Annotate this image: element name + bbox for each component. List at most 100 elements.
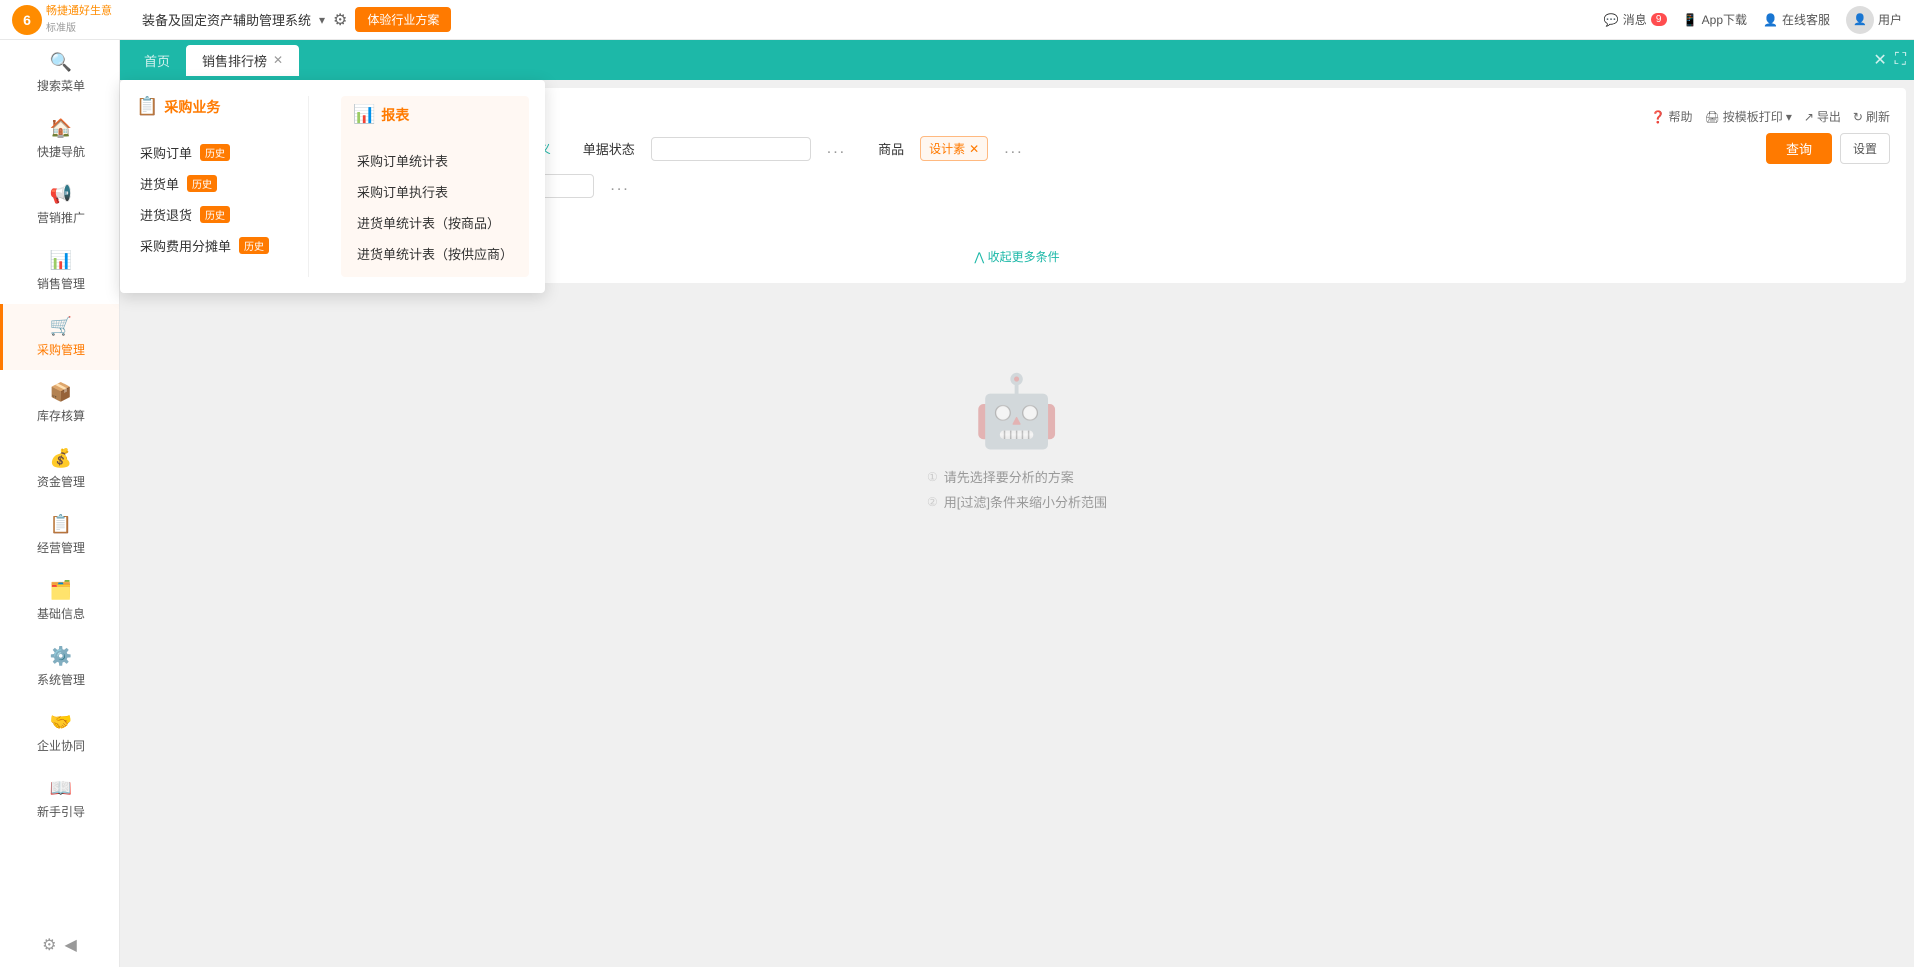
query-btn[interactable]: 查询 bbox=[1766, 133, 1832, 164]
report-menu-icon: 📊 bbox=[353, 104, 375, 125]
menu-divider bbox=[308, 96, 309, 277]
logo-text: 畅捷通好生意 bbox=[46, 5, 112, 18]
service-icon: 👤 bbox=[1763, 13, 1778, 27]
sidebar-label-finance: 资金管理 bbox=[37, 473, 85, 490]
expense-label: 采购费用分摊单 bbox=[140, 236, 231, 255]
sidebar-label-operation: 经营管理 bbox=[37, 539, 85, 556]
print-arrow-icon: ▾ bbox=[1786, 110, 1792, 124]
menu-item-purchase-return[interactable]: 进货退货 历史 bbox=[136, 199, 276, 230]
industry-btn[interactable]: 体验行业方案 bbox=[355, 7, 451, 32]
tabs-bar: 首页 销售排行榜 ✕ ✕ ⛶ bbox=[120, 40, 1914, 80]
sidebar-item-purchase[interactable]: 🛒 采购管理 bbox=[0, 304, 119, 370]
fullscreen-icon[interactable]: ⛶ bbox=[1895, 51, 1906, 69]
sidebar-label-purchase: 采购管理 bbox=[37, 341, 85, 358]
report-section-label: 报表 bbox=[381, 105, 409, 125]
sidebar-label-inventory: 库存核算 bbox=[37, 407, 85, 424]
sidebar-item-sales[interactable]: 📊 销售管理 bbox=[0, 238, 119, 304]
goods-dots[interactable]: ... bbox=[1004, 140, 1023, 158]
top-bar-middle: 装备及固定资产辅助管理系统 ▾ ⚙ 体验行业方案 bbox=[142, 7, 1594, 32]
purchase-section-title: 📋 采购业务 bbox=[136, 96, 276, 125]
money-icon: 💰 bbox=[50, 448, 72, 469]
sidebar-item-enterprise[interactable]: 🤝 企业协同 bbox=[0, 700, 119, 766]
user-btn[interactable]: 👤 用户 bbox=[1846, 6, 1902, 34]
empty-tip-2: 用[过滤]条件来缩小分析范围 bbox=[927, 492, 1107, 511]
sidebar-item-system[interactable]: ⚙️ 系统管理 bbox=[0, 634, 119, 700]
sidebar-item-basic[interactable]: 🗂️ 基础信息 bbox=[0, 568, 119, 634]
return-label: 进货退货 bbox=[140, 205, 192, 224]
sidebar-label-enterprise: 企业协同 bbox=[37, 737, 85, 754]
avatar-icon: 👤 bbox=[1853, 13, 1867, 26]
message-btn[interactable]: 💬 消息 9 bbox=[1604, 11, 1667, 28]
phone-icon: 📱 bbox=[1683, 13, 1698, 27]
order-stats-label: 采购订单统计表 bbox=[357, 151, 448, 170]
home-icon: 🏠 bbox=[50, 118, 72, 139]
avatar: 👤 bbox=[1846, 6, 1874, 34]
collapse-arrow-icon: ⋀ bbox=[974, 250, 984, 264]
dropdown-menu: 📋 采购业务 采购订单 历史 进货单 历史 进货退货 历史 采购费用分摊单 bbox=[120, 80, 545, 293]
tab-sales-rank[interactable]: 销售排行榜 ✕ bbox=[186, 45, 299, 76]
sidebar-label-search: 搜索菜单 bbox=[37, 77, 85, 94]
sidebar: 🔍 搜索菜单 🏠 快捷导航 📢 营销推广 📊 销售管理 🛒 采购管理 📦 bbox=[0, 40, 120, 967]
sidebar-item-search[interactable]: 🔍 搜索菜单 bbox=[0, 40, 119, 106]
tip2-text: 用[过滤]条件来缩小分析范围 bbox=[944, 492, 1107, 511]
export-btn[interactable]: ↗ 导出 bbox=[1804, 108, 1841, 125]
goods-tag-close[interactable]: ✕ bbox=[969, 142, 979, 156]
message-label: 消息 bbox=[1623, 11, 1647, 28]
handshake-icon: 🤝 bbox=[50, 712, 72, 733]
sidebar-label-basic: 基础信息 bbox=[37, 605, 85, 622]
menu-item-order-stats[interactable]: 采购订单统计表 bbox=[353, 145, 517, 176]
sidebar-label-quick: 快捷导航 bbox=[37, 143, 85, 160]
tab-sales-rank-label: 销售排行榜 bbox=[202, 51, 267, 70]
online-service-btn[interactable]: 👤 在线客服 bbox=[1763, 11, 1830, 28]
sidebar-item-newbie[interactable]: 📖 新手引导 bbox=[0, 766, 119, 832]
menu-item-order-exec[interactable]: 采购订单执行表 bbox=[353, 176, 517, 207]
print-template-btn[interactable]: 🖨 按模板打印 ▾ bbox=[1705, 108, 1792, 125]
print-icon: 🖨 bbox=[1705, 110, 1720, 124]
print-label: 按模板打印 bbox=[1723, 108, 1783, 125]
sidebar-item-quick[interactable]: 🏠 快捷导航 bbox=[0, 106, 119, 172]
status-input[interactable] bbox=[651, 137, 811, 161]
refresh-btn[interactable]: ↻ 刷新 bbox=[1853, 108, 1890, 125]
app-label: App下载 bbox=[1702, 11, 1747, 28]
sidebar-item-finance[interactable]: 💰 资金管理 bbox=[0, 436, 119, 502]
salesman-dots[interactable]: ... bbox=[610, 177, 629, 195]
sidebar-label-sales: 销售管理 bbox=[37, 275, 85, 292]
expense-badge: 历史 bbox=[239, 237, 269, 254]
logo-area: 6 畅捷通好生意 标准版 bbox=[12, 5, 132, 35]
menu-item-inbound-stats-goods[interactable]: 进货单统计表（按商品） bbox=[353, 207, 517, 238]
tip1-text: 请先选择要分析的方案 bbox=[944, 467, 1074, 486]
help-label: 帮助 bbox=[1669, 108, 1693, 125]
tab-actions: ✕ ⛶ bbox=[1873, 50, 1906, 70]
close-window-icon[interactable]: ✕ bbox=[1873, 50, 1886, 70]
empty-tip-1: 请先选择要分析的方案 bbox=[927, 467, 1107, 486]
sidebar-item-operation[interactable]: 📋 经营管理 bbox=[0, 502, 119, 568]
menu-item-inbound-stats-supplier[interactable]: 进货单统计表（按供应商） bbox=[353, 238, 517, 269]
service-label: 在线客服 bbox=[1782, 11, 1830, 28]
system-dropdown-arrow[interactable]: ▾ bbox=[319, 13, 325, 27]
gear-icon[interactable]: ⚙ bbox=[333, 10, 347, 30]
chart-icon: 📊 bbox=[50, 250, 72, 271]
export-icon: ↗ bbox=[1804, 110, 1814, 124]
top-bar-right: 💬 消息 9 📱 App下载 👤 在线客服 👤 用户 bbox=[1604, 6, 1902, 34]
tab-home[interactable]: 首页 bbox=[128, 45, 186, 76]
setting-btn[interactable]: 设置 bbox=[1840, 133, 1890, 164]
sidebar-item-inventory[interactable]: 📦 库存核算 bbox=[0, 370, 119, 436]
sidebar-item-marketing[interactable]: 📢 营销推广 bbox=[0, 172, 119, 238]
help-btn[interactable]: ❓ 帮助 bbox=[1651, 108, 1693, 125]
menu-item-purchase-inbound[interactable]: 进货单 历史 bbox=[136, 168, 276, 199]
settings-bottom-icon[interactable]: ⚙ bbox=[42, 935, 56, 955]
inbound-label: 进货单 bbox=[140, 174, 179, 193]
logo-sub: 标准版 bbox=[46, 19, 112, 34]
main-area: 🔍 搜索菜单 🏠 快捷导航 📢 营销推广 📊 销售管理 🛒 采购管理 📦 bbox=[0, 40, 1914, 967]
megaphone-icon: 📢 bbox=[50, 184, 72, 205]
status-dots[interactable]: ... bbox=[827, 140, 846, 158]
menu-item-purchase-order[interactable]: 采购订单 历史 bbox=[136, 137, 276, 168]
menu-item-purchase-expense[interactable]: 采购费用分摊单 历史 bbox=[136, 230, 276, 261]
collapse-sidebar-icon[interactable]: ◀ bbox=[65, 935, 77, 955]
empty-robot-icon: 🤖 bbox=[967, 371, 1067, 453]
tab-close-icon[interactable]: ✕ bbox=[273, 53, 283, 67]
app-download-btn[interactable]: 📱 App下载 bbox=[1683, 11, 1747, 28]
inbound-stats-goods-label: 进货单统计表（按商品） bbox=[357, 213, 500, 232]
status-label: 单据状态 bbox=[583, 139, 635, 158]
empty-state: 🤖 请先选择要分析的方案 用[过滤]条件来缩小分析范围 bbox=[128, 291, 1906, 597]
